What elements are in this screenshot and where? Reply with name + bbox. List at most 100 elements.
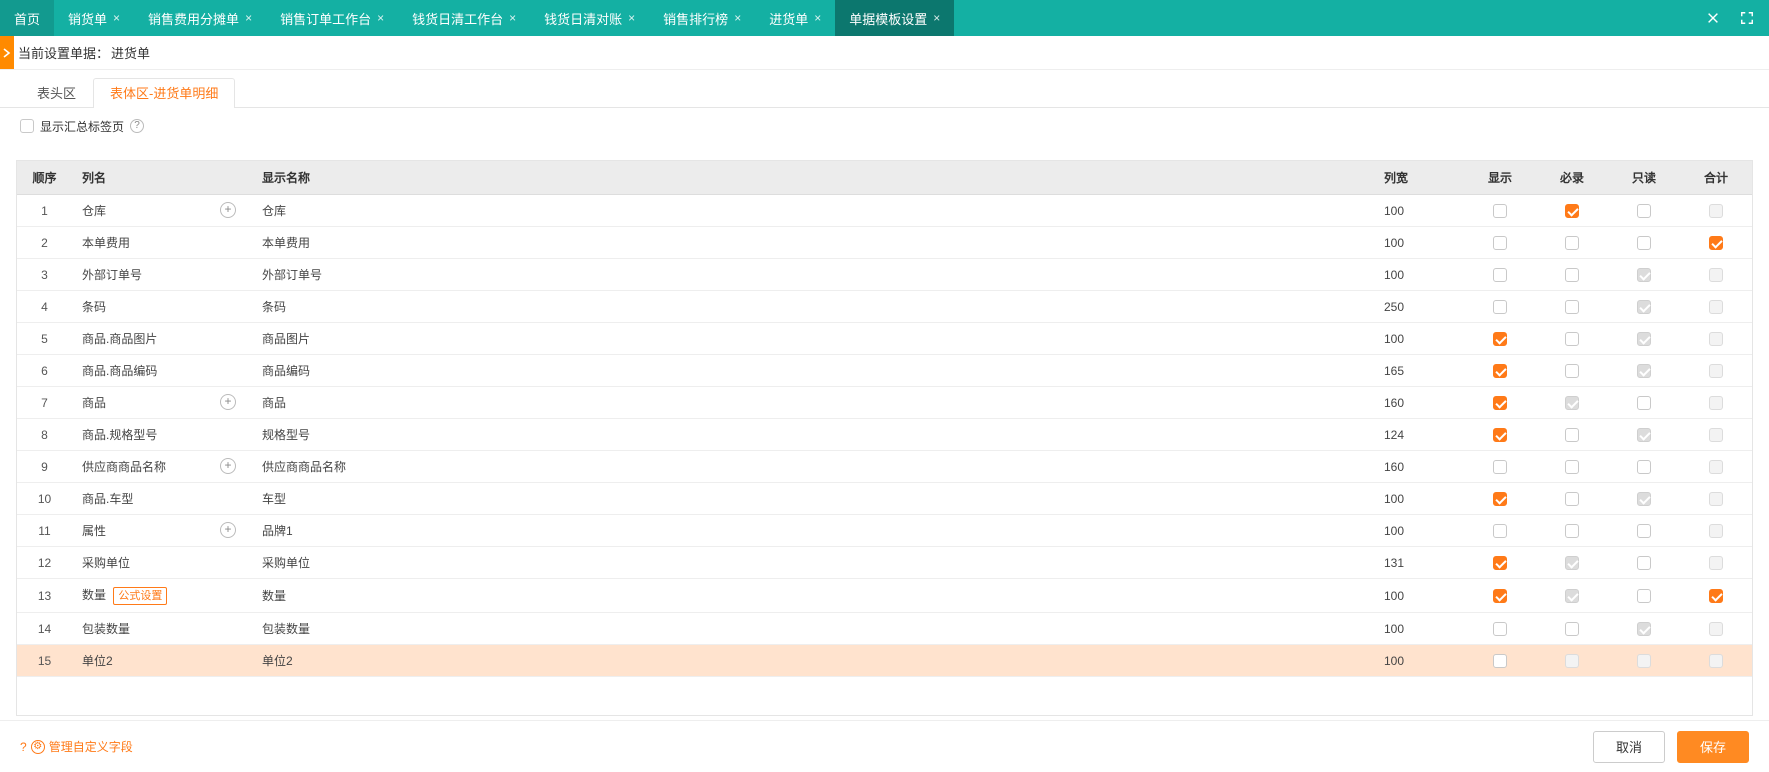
- cell-width[interactable]: 100: [1374, 195, 1464, 227]
- cell-display-name[interactable]: 仓库: [252, 195, 1374, 227]
- table-row[interactable]: 3外部订单号外部订单号100: [17, 259, 1752, 291]
- top-tab-8[interactable]: 单据模板设置×: [835, 0, 954, 36]
- cell-required-checkbox[interactable]: [1565, 300, 1579, 314]
- cell-show-checkbox[interactable]: [1493, 460, 1507, 474]
- cell-required-checkbox[interactable]: [1565, 460, 1579, 474]
- top-tab-4[interactable]: 钱货日清工作台×: [398, 0, 530, 36]
- cell-width[interactable]: 100: [1374, 515, 1464, 547]
- cell-required-checkbox[interactable]: [1565, 492, 1579, 506]
- add-icon[interactable]: +: [220, 394, 236, 410]
- cell-show-checkbox[interactable]: [1493, 524, 1507, 538]
- cell-width[interactable]: 165: [1374, 355, 1464, 387]
- cell-display-name[interactable]: 采购单位: [252, 547, 1374, 579]
- save-button[interactable]: 保存: [1677, 731, 1749, 763]
- table-row[interactable]: 7商品+商品160: [17, 387, 1752, 419]
- cell-display-name[interactable]: 商品: [252, 387, 1374, 419]
- cell-display-name[interactable]: 外部订单号: [252, 259, 1374, 291]
- table-row[interactable]: 11属性+品牌1100: [17, 515, 1752, 547]
- cell-display-name[interactable]: 数量: [252, 579, 1374, 613]
- close-icon[interactable]: ×: [509, 11, 516, 25]
- cell-required-checkbox[interactable]: [1565, 524, 1579, 538]
- top-tab-2[interactable]: 销售费用分摊单×: [134, 0, 266, 36]
- cell-show-checkbox[interactable]: [1493, 428, 1507, 442]
- cell-display-name[interactable]: 品牌1: [252, 515, 1374, 547]
- cell-width[interactable]: 100: [1374, 259, 1464, 291]
- cancel-button[interactable]: 取消: [1593, 731, 1665, 763]
- expand-sidebar-button[interactable]: [0, 36, 14, 69]
- close-icon[interactable]: ×: [245, 11, 252, 25]
- cell-show-checkbox[interactable]: [1493, 492, 1507, 506]
- cell-width[interactable]: 100: [1374, 227, 1464, 259]
- close-icon[interactable]: ×: [377, 11, 384, 25]
- table-row[interactable]: 6商品.商品编码商品编码165: [17, 355, 1752, 387]
- table-row[interactable]: 12采购单位采购单位131: [17, 547, 1752, 579]
- table-row[interactable]: 1仓库+仓库100: [17, 195, 1752, 227]
- cell-display-name[interactable]: 商品图片: [252, 323, 1374, 355]
- cell-show-checkbox[interactable]: [1493, 622, 1507, 636]
- top-tab-0[interactable]: 首页: [0, 0, 54, 36]
- cell-readonly-checkbox[interactable]: [1637, 589, 1651, 603]
- close-icon[interactable]: ×: [734, 11, 741, 25]
- cell-width[interactable]: 100: [1374, 483, 1464, 515]
- cell-readonly-checkbox[interactable]: [1637, 556, 1651, 570]
- cell-display-name[interactable]: 车型: [252, 483, 1374, 515]
- formula-tag[interactable]: 公式设置: [113, 587, 167, 605]
- table-row[interactable]: 4条码条码250: [17, 291, 1752, 323]
- add-icon[interactable]: +: [220, 458, 236, 474]
- table-row[interactable]: 14包装数量包装数量100: [17, 613, 1752, 645]
- table-row[interactable]: 15单位2单位2100: [17, 645, 1752, 677]
- sub-tab-1[interactable]: 表体区-进货单明细: [93, 78, 235, 108]
- cell-display-name[interactable]: 条码: [252, 291, 1374, 323]
- cell-show-checkbox[interactable]: [1493, 556, 1507, 570]
- cell-display-name[interactable]: 单位2: [252, 645, 1374, 677]
- table-row[interactable]: 5商品.商品图片商品图片100: [17, 323, 1752, 355]
- cell-sum-checkbox[interactable]: [1709, 589, 1723, 603]
- sub-tab-0[interactable]: 表头区: [20, 78, 93, 108]
- cell-show-checkbox[interactable]: [1493, 236, 1507, 250]
- cell-show-checkbox[interactable]: [1493, 589, 1507, 603]
- cell-readonly-checkbox[interactable]: [1637, 236, 1651, 250]
- top-tab-1[interactable]: 销货单×: [54, 0, 134, 36]
- close-icon[interactable]: ×: [628, 11, 635, 25]
- cell-width[interactable]: 131: [1374, 547, 1464, 579]
- cell-readonly-checkbox[interactable]: [1637, 524, 1651, 538]
- cell-display-name[interactable]: 本单费用: [252, 227, 1374, 259]
- show-summary-tab-checkbox[interactable]: [20, 119, 34, 133]
- manage-custom-fields-link[interactable]: ⚙ 管理自定义字段: [31, 738, 133, 755]
- cell-required-checkbox[interactable]: [1565, 204, 1579, 218]
- add-icon[interactable]: +: [220, 522, 236, 538]
- cell-show-checkbox[interactable]: [1493, 300, 1507, 314]
- close-icon[interactable]: ×: [933, 11, 940, 25]
- footer-help-icon[interactable]: ?: [20, 740, 27, 754]
- table-row[interactable]: 10商品.车型车型100: [17, 483, 1752, 515]
- close-icon[interactable]: ×: [113, 11, 120, 25]
- cell-show-checkbox[interactable]: [1493, 396, 1507, 410]
- cell-width[interactable]: 100: [1374, 323, 1464, 355]
- cell-width[interactable]: 250: [1374, 291, 1464, 323]
- cell-required-checkbox[interactable]: [1565, 236, 1579, 250]
- cell-required-checkbox[interactable]: [1565, 622, 1579, 636]
- cell-display-name[interactable]: 包装数量: [252, 613, 1374, 645]
- table-row[interactable]: 9供应商商品名称+供应商商品名称160: [17, 451, 1752, 483]
- fullscreen-button[interactable]: [1733, 4, 1761, 32]
- cell-width[interactable]: 160: [1374, 387, 1464, 419]
- top-tab-6[interactable]: 销售排行榜×: [649, 0, 755, 36]
- show-summary-tab-help-icon[interactable]: ?: [130, 119, 144, 133]
- cell-width[interactable]: 100: [1374, 579, 1464, 613]
- cell-show-checkbox[interactable]: [1493, 332, 1507, 346]
- cell-readonly-checkbox[interactable]: [1637, 460, 1651, 474]
- cell-required-checkbox[interactable]: [1565, 364, 1579, 378]
- cell-width[interactable]: 160: [1374, 451, 1464, 483]
- table-row[interactable]: 8商品.规格型号规格型号124: [17, 419, 1752, 451]
- add-icon[interactable]: +: [220, 202, 236, 218]
- cell-show-checkbox[interactable]: [1493, 364, 1507, 378]
- cell-readonly-checkbox[interactable]: [1637, 204, 1651, 218]
- cell-width[interactable]: 100: [1374, 645, 1464, 677]
- cell-required-checkbox[interactable]: [1565, 268, 1579, 282]
- cell-width[interactable]: 124: [1374, 419, 1464, 451]
- cell-show-checkbox[interactable]: [1493, 654, 1507, 668]
- cell-display-name[interactable]: 规格型号: [252, 419, 1374, 451]
- cell-show-checkbox[interactable]: [1493, 268, 1507, 282]
- close-icon[interactable]: ×: [814, 11, 821, 25]
- table-row[interactable]: 13数量 公式设置数量100: [17, 579, 1752, 613]
